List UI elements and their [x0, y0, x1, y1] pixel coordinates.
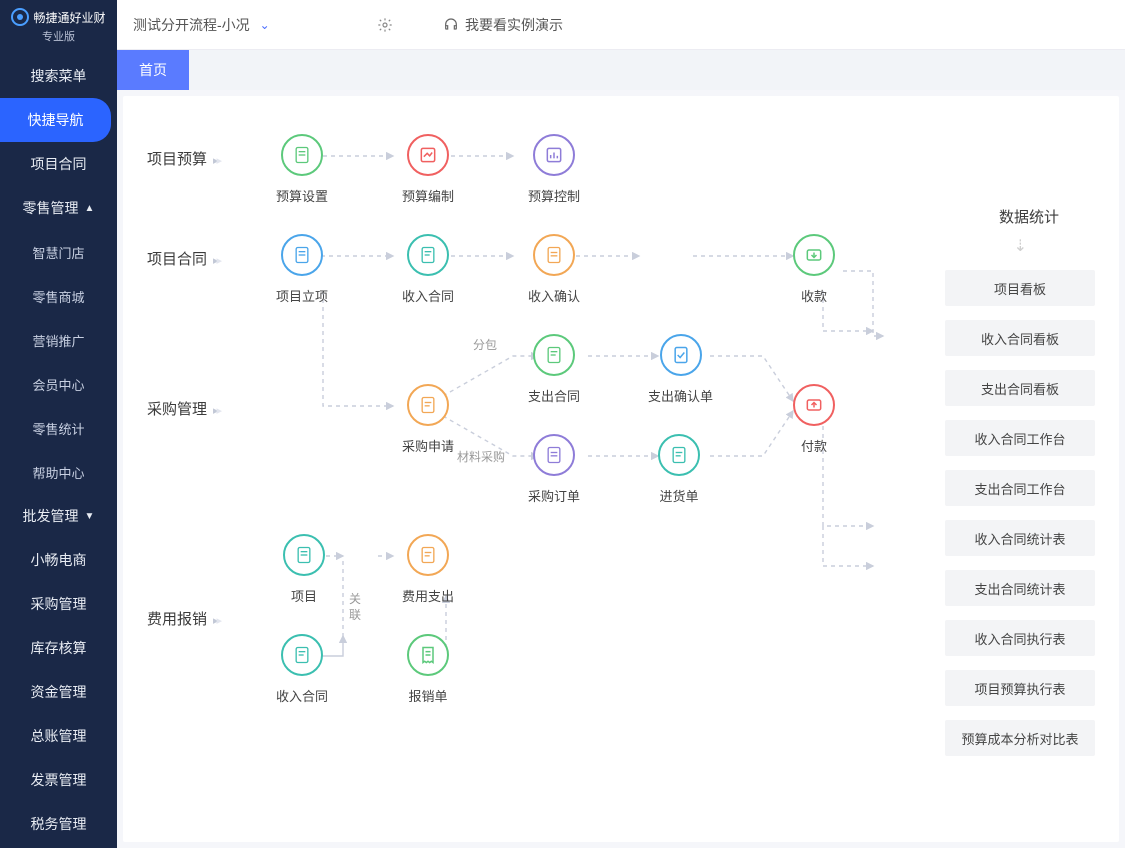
tab-bar: 首页 [117, 50, 1125, 90]
receipt-icon [407, 634, 449, 676]
doc-icon [281, 634, 323, 676]
doc-check-icon [660, 334, 702, 376]
org-name: 测试分开流程-小况 [133, 15, 250, 35]
node-expense-contract[interactable]: 支出合同 [528, 334, 580, 405]
node-expense-out[interactable]: 费用支出 [402, 534, 454, 605]
stats-button[interactable]: 预算成本分析对比表 [945, 720, 1095, 756]
brand-area: 畅捷通好业财 专业版 [0, 0, 117, 50]
doc-icon [533, 434, 575, 476]
node-expense-confirm[interactable]: 支出确认单 [648, 334, 713, 405]
node-project-init[interactable]: 项目立项 [276, 234, 328, 305]
node-income-contract[interactable]: 收入合同 [402, 234, 454, 305]
doc-icon [283, 534, 325, 576]
sidebar-item[interactable]: 发票管理 [0, 758, 117, 802]
money-out-icon [793, 384, 835, 426]
node-budget-setup[interactable]: 预算设置 [276, 134, 328, 205]
sidebar-subitem[interactable]: 营销推广 [0, 318, 117, 362]
sidebar-subitem[interactable]: 会员中心 [0, 362, 117, 406]
sidebar-subitem[interactable]: 智慧门店 [0, 230, 117, 274]
doc-icon [533, 234, 575, 276]
doc-icon [407, 534, 449, 576]
edge-label-sub: 分包 [473, 336, 497, 353]
row-label-purchase: 采购管理 [147, 398, 229, 419]
stats-button[interactable]: 项目看板 [945, 270, 1095, 306]
money-in-icon [793, 234, 835, 276]
sidebar-item[interactable]: 零售管理▲ [0, 186, 117, 230]
node-incoming[interactable]: 进货单 [658, 434, 700, 505]
node-income-confirm[interactable]: 收入确认 [528, 234, 580, 305]
doc-icon [407, 234, 449, 276]
row-label-contract: 项目合同 [147, 248, 229, 269]
sidebar-item[interactable]: 总账管理 [0, 714, 117, 758]
edge-label-mat: 材料采购 [457, 448, 505, 465]
stats-down-icon: ⇣ [1014, 236, 1027, 256]
sidebar-search[interactable]: 搜索菜单 [0, 54, 117, 98]
node-budget-compile[interactable]: 预算编制 [402, 134, 454, 205]
node-reimburse[interactable]: 报销单 [407, 634, 449, 705]
brand-edition: 专业版 [42, 28, 75, 44]
sidebar-item[interactable]: 采购管理 [0, 582, 117, 626]
stats-button[interactable]: 收入合同工作台 [945, 420, 1095, 456]
main-content: 项目预算 项目合同 采购管理 费用报销 预算设置 预算编制 预算控制 项目立项 … [117, 90, 1125, 848]
node-receipt[interactable]: 收款 [793, 234, 835, 305]
doc-icon [533, 334, 575, 376]
chart-icon [407, 134, 449, 176]
sidebar-subitem[interactable]: 零售商城 [0, 274, 117, 318]
sidebar-item[interactable]: 小畅电商 [0, 538, 117, 582]
stats-button[interactable]: 收入合同看板 [945, 320, 1095, 356]
node-budget-control[interactable]: 预算控制 [528, 134, 580, 205]
tab-label: 首页 [139, 60, 167, 80]
sidebar-item[interactable]: 库存核算 [0, 626, 117, 670]
bars-icon [533, 134, 575, 176]
tab-home[interactable]: 首页 [117, 50, 189, 90]
doc-icon [407, 384, 449, 426]
node-purchase-request[interactable]: 采购申请 [402, 384, 454, 455]
edge-label-rel: 关 联 [349, 592, 361, 623]
row-label-expense: 费用报销 [147, 608, 229, 629]
sidebar-item[interactable]: 批发管理▼ [0, 494, 117, 538]
stats-button[interactable]: 支出合同看板 [945, 370, 1095, 406]
node-project[interactable]: 项目 [283, 534, 325, 605]
node-purchase-order[interactable]: 采购订单 [528, 434, 580, 505]
sidebar-subitem[interactable]: 零售统计 [0, 406, 117, 450]
sidebar-subitem[interactable]: 帮助中心 [0, 450, 117, 494]
doc-icon [281, 134, 323, 176]
stats-button[interactable]: 项目预算执行表 [945, 670, 1095, 706]
stats-button[interactable]: 收入合同统计表 [945, 520, 1095, 556]
stats-title: 数据统计 [999, 206, 1059, 227]
demo-label: 我要看实例演示 [465, 15, 563, 35]
gear-icon[interactable] [377, 17, 393, 33]
stats-panel: 项目看板收入合同看板支出合同看板收入合同工作台支出合同工作台收入合同统计表支出合… [945, 270, 1095, 756]
sidebar-item[interactable]: 税务管理 [0, 802, 117, 846]
brand-name: 畅捷通好业财 [33, 9, 105, 26]
node-income-contract-2[interactable]: 收入合同 [276, 634, 328, 705]
doc-icon [658, 434, 700, 476]
org-selector[interactable]: 测试分开流程-小况 ⌄ [133, 15, 363, 35]
headset-icon [443, 17, 459, 33]
node-payment[interactable]: 付款 [793, 384, 835, 455]
row-label-budget: 项目预算 [147, 148, 229, 169]
sidebar-item[interactable]: 项目合同 [0, 142, 117, 186]
sidebar: 畅捷通好业财 专业版 搜索菜单快捷导航项目合同零售管理▲智慧门店零售商城营销推广… [0, 0, 117, 848]
chevron-down-icon: ⌄ [260, 18, 270, 32]
sidebar-item[interactable]: 快捷导航 [0, 98, 111, 142]
flow-canvas: 项目预算 项目合同 采购管理 费用报销 预算设置 预算编制 预算控制 项目立项 … [123, 96, 1119, 842]
sidebar-menu: 搜索菜单快捷导航项目合同零售管理▲智慧门店零售商城营销推广会员中心零售统计帮助中… [0, 54, 117, 846]
sidebar-item[interactable]: 资金管理 [0, 670, 117, 714]
stats-button[interactable]: 支出合同工作台 [945, 470, 1095, 506]
topbar: 测试分开流程-小况 ⌄ 我要看实例演示 [117, 0, 1125, 50]
stats-button[interactable]: 收入合同执行表 [945, 620, 1095, 656]
stats-button[interactable]: 支出合同统计表 [945, 570, 1095, 606]
demo-link[interactable]: 我要看实例演示 [443, 15, 563, 35]
doc-icon [281, 234, 323, 276]
brand-logo-icon [11, 8, 29, 26]
